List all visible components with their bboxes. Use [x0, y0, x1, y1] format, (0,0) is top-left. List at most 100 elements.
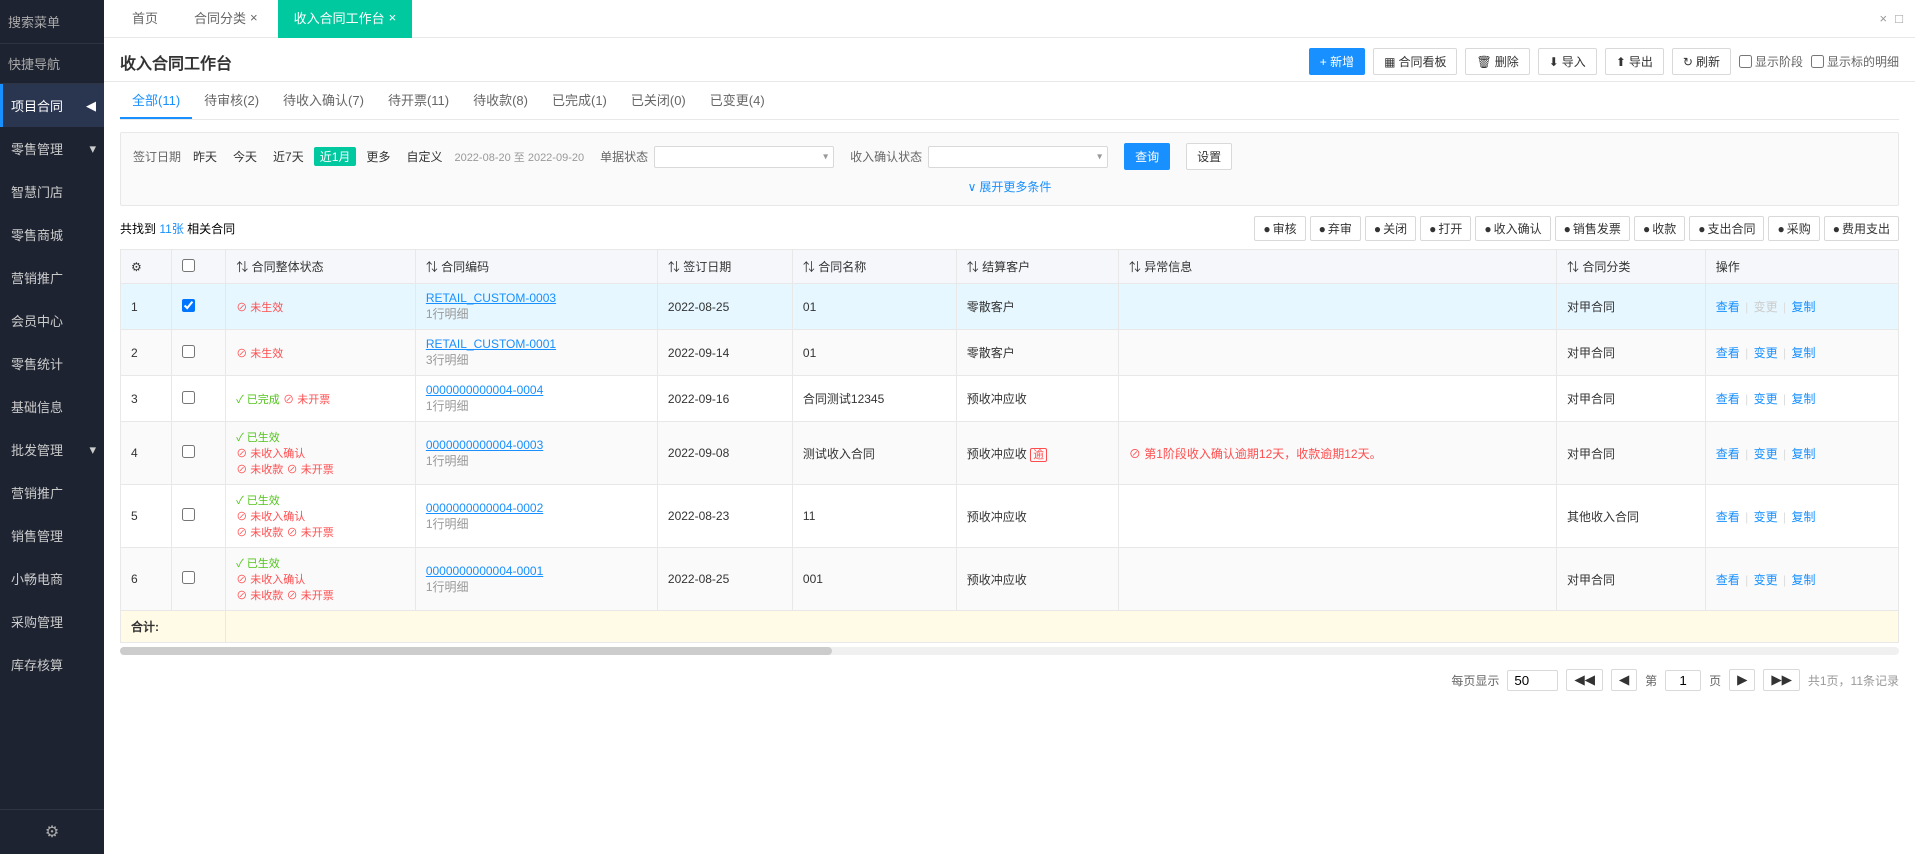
- date-opt-custom[interactable]: 自定义: [400, 147, 448, 166]
- settings-icon[interactable]: ⚙: [0, 809, 104, 854]
- row-checkbox[interactable]: [171, 330, 225, 376]
- page-input[interactable]: [1665, 670, 1701, 691]
- show-detail-checkbox[interactable]: [1811, 55, 1824, 68]
- open-action-btn[interactable]: ● 打开: [1420, 216, 1471, 241]
- copy-link[interactable]: 复制: [1791, 346, 1815, 360]
- copy-link[interactable]: 复制: [1791, 573, 1815, 587]
- copy-link[interactable]: 复制: [1791, 510, 1815, 524]
- import-button[interactable]: ⬇ 导入: [1538, 48, 1597, 75]
- filter-tab-closed[interactable]: 已关闭(0): [619, 82, 698, 119]
- next-page-btn[interactable]: ▶: [1729, 669, 1755, 691]
- view-link[interactable]: 查看: [1716, 392, 1740, 406]
- sidebar-item-sales-mgmt[interactable]: 销售管理: [0, 514, 104, 557]
- contract-code-link[interactable]: RETAIL_CUSTOM-0001: [426, 337, 556, 351]
- sidebar-item-member[interactable]: 会员中心: [0, 299, 104, 342]
- settings-button[interactable]: 设置: [1186, 143, 1232, 170]
- view-link[interactable]: 查看: [1716, 300, 1740, 314]
- expand-filter-btn[interactable]: ∨ 展开更多条件: [968, 178, 1052, 195]
- sidebar-item-retail-mall[interactable]: 零售商城: [0, 213, 104, 256]
- sidebar-item-project[interactable]: 项目合同 ◀: [0, 84, 104, 127]
- sidebar-item-smart-store[interactable]: 智慧门店: [0, 170, 104, 213]
- window-max-btn[interactable]: □: [1895, 11, 1903, 26]
- expense-out-action-btn[interactable]: ● 费用支出: [1824, 216, 1899, 241]
- filter-tab-completed[interactable]: 已完成(1): [540, 82, 619, 119]
- tab-home[interactable]: 首页: [116, 0, 174, 38]
- edit-link[interactable]: 变更: [1754, 447, 1778, 461]
- date-opt-last7days[interactable]: 近7天: [267, 147, 310, 166]
- date-opt-last1month[interactable]: 近1月: [314, 147, 357, 166]
- spend-contract-action-btn[interactable]: ● 支出合同: [1689, 216, 1764, 241]
- sidebar-item-retail-mgmt[interactable]: 零售管理 ▾: [0, 127, 104, 170]
- date-opt-today[interactable]: 今天: [227, 147, 263, 166]
- filter-tab-pending-invoice[interactable]: 待开票(11): [376, 82, 461, 119]
- income-confirm-action-btn[interactable]: ● 收入确认: [1475, 216, 1550, 241]
- show-stage-checkbox-label[interactable]: 显示阶段: [1739, 53, 1803, 70]
- contract-board-button[interactable]: ▦ 合同看板: [1373, 48, 1457, 75]
- prev-page-btn[interactable]: ◀: [1611, 669, 1637, 691]
- horizontal-scrollbar[interactable]: [120, 647, 1899, 655]
- close-action-btn[interactable]: ● 关闭: [1365, 216, 1416, 241]
- purchase-action-btn[interactable]: ● 采购: [1768, 216, 1819, 241]
- contract-code-link[interactable]: 0000000000004-0003: [426, 438, 543, 452]
- show-stage-checkbox[interactable]: [1739, 55, 1752, 68]
- scrollbar-thumb[interactable]: [120, 647, 832, 655]
- copy-link[interactable]: 复制: [1791, 392, 1815, 406]
- per-page-select[interactable]: 50 100: [1507, 670, 1558, 691]
- tab-close-icon[interactable]: ×: [389, 10, 397, 25]
- doc-status-select[interactable]: [654, 146, 834, 168]
- sidebar-item-wholesale-mgmt[interactable]: 批发管理 ▾: [0, 428, 104, 471]
- tab-close-icon[interactable]: ×: [250, 10, 258, 25]
- view-link[interactable]: 查看: [1716, 573, 1740, 587]
- col-settings[interactable]: ⚙: [121, 250, 172, 284]
- row-checkbox[interactable]: [171, 548, 225, 611]
- new-button[interactable]: + 新增: [1309, 48, 1365, 75]
- abandon-action-btn[interactable]: ● 弃审: [1310, 216, 1361, 241]
- select-all-checkbox[interactable]: [182, 259, 195, 272]
- contract-code-link[interactable]: 0000000000004-0001: [426, 564, 543, 578]
- view-link[interactable]: 查看: [1716, 447, 1740, 461]
- income-confirm-select[interactable]: [928, 146, 1108, 168]
- sidebar-nav[interactable]: 快捷导航: [0, 44, 104, 84]
- sidebar-item-marketing2[interactable]: 营销推广: [0, 471, 104, 514]
- edit-link[interactable]: 变更: [1754, 392, 1778, 406]
- edit-link[interactable]: 变更: [1754, 573, 1778, 587]
- row-checkbox[interactable]: [171, 376, 225, 422]
- row-checkbox[interactable]: [171, 284, 225, 330]
- tab-contract-category[interactable]: 合同分类 ×: [178, 0, 274, 38]
- filter-tab-pending-review[interactable]: 待审核(2): [192, 82, 271, 119]
- filter-tab-pending-income-confirm[interactable]: 待收入确认(7): [271, 82, 376, 119]
- view-link[interactable]: 查看: [1716, 346, 1740, 360]
- refresh-button[interactable]: ↻ 刷新: [1672, 48, 1731, 75]
- edit-link[interactable]: 变更: [1754, 300, 1778, 314]
- window-close-btn[interactable]: ×: [1880, 11, 1888, 26]
- filter-tab-all[interactable]: 全部(11): [120, 82, 192, 119]
- row-checkbox[interactable]: [171, 422, 225, 485]
- sidebar-item-marketing[interactable]: 营销推广: [0, 256, 104, 299]
- collect-action-btn[interactable]: ● 收款: [1634, 216, 1685, 241]
- show-detail-checkbox-label[interactable]: 显示标的明细: [1811, 53, 1899, 70]
- last-page-btn[interactable]: ▶▶: [1763, 669, 1800, 691]
- sidebar-search[interactable]: 搜索菜单: [0, 0, 104, 44]
- sidebar-item-inventory[interactable]: 库存核算: [0, 643, 104, 686]
- query-button[interactable]: 查询: [1124, 143, 1170, 170]
- sidebar-item-retail-stats[interactable]: 零售统计: [0, 342, 104, 385]
- edit-link[interactable]: 变更: [1754, 346, 1778, 360]
- export-button[interactable]: ⬆ 导出: [1605, 48, 1664, 75]
- date-opt-yesterday[interactable]: 昨天: [187, 147, 223, 166]
- view-link[interactable]: 查看: [1716, 510, 1740, 524]
- row-checkbox[interactable]: [171, 485, 225, 548]
- filter-tab-pending-collect[interactable]: 待收款(8): [461, 82, 540, 119]
- sales-invoice-action-btn[interactable]: ● 销售发票: [1555, 216, 1630, 241]
- date-opt-more[interactable]: 更多: [360, 147, 396, 166]
- copy-link[interactable]: 复制: [1791, 447, 1815, 461]
- edit-link[interactable]: 变更: [1754, 510, 1778, 524]
- first-page-btn[interactable]: ◀◀: [1566, 669, 1603, 691]
- review-action-btn[interactable]: ● 审核: [1254, 216, 1305, 241]
- tab-income-contract[interactable]: 收入合同工作台 ×: [278, 0, 413, 38]
- contract-code-link[interactable]: RETAIL_CUSTOM-0003: [426, 291, 556, 305]
- contract-code-link[interactable]: 0000000000004-0004: [426, 383, 543, 397]
- sidebar-item-base-info[interactable]: 基础信息: [0, 385, 104, 428]
- delete-button[interactable]: 🗑 删除: [1465, 48, 1529, 75]
- copy-link[interactable]: 复制: [1791, 300, 1815, 314]
- filter-tab-changed[interactable]: 已变更(4): [698, 82, 777, 119]
